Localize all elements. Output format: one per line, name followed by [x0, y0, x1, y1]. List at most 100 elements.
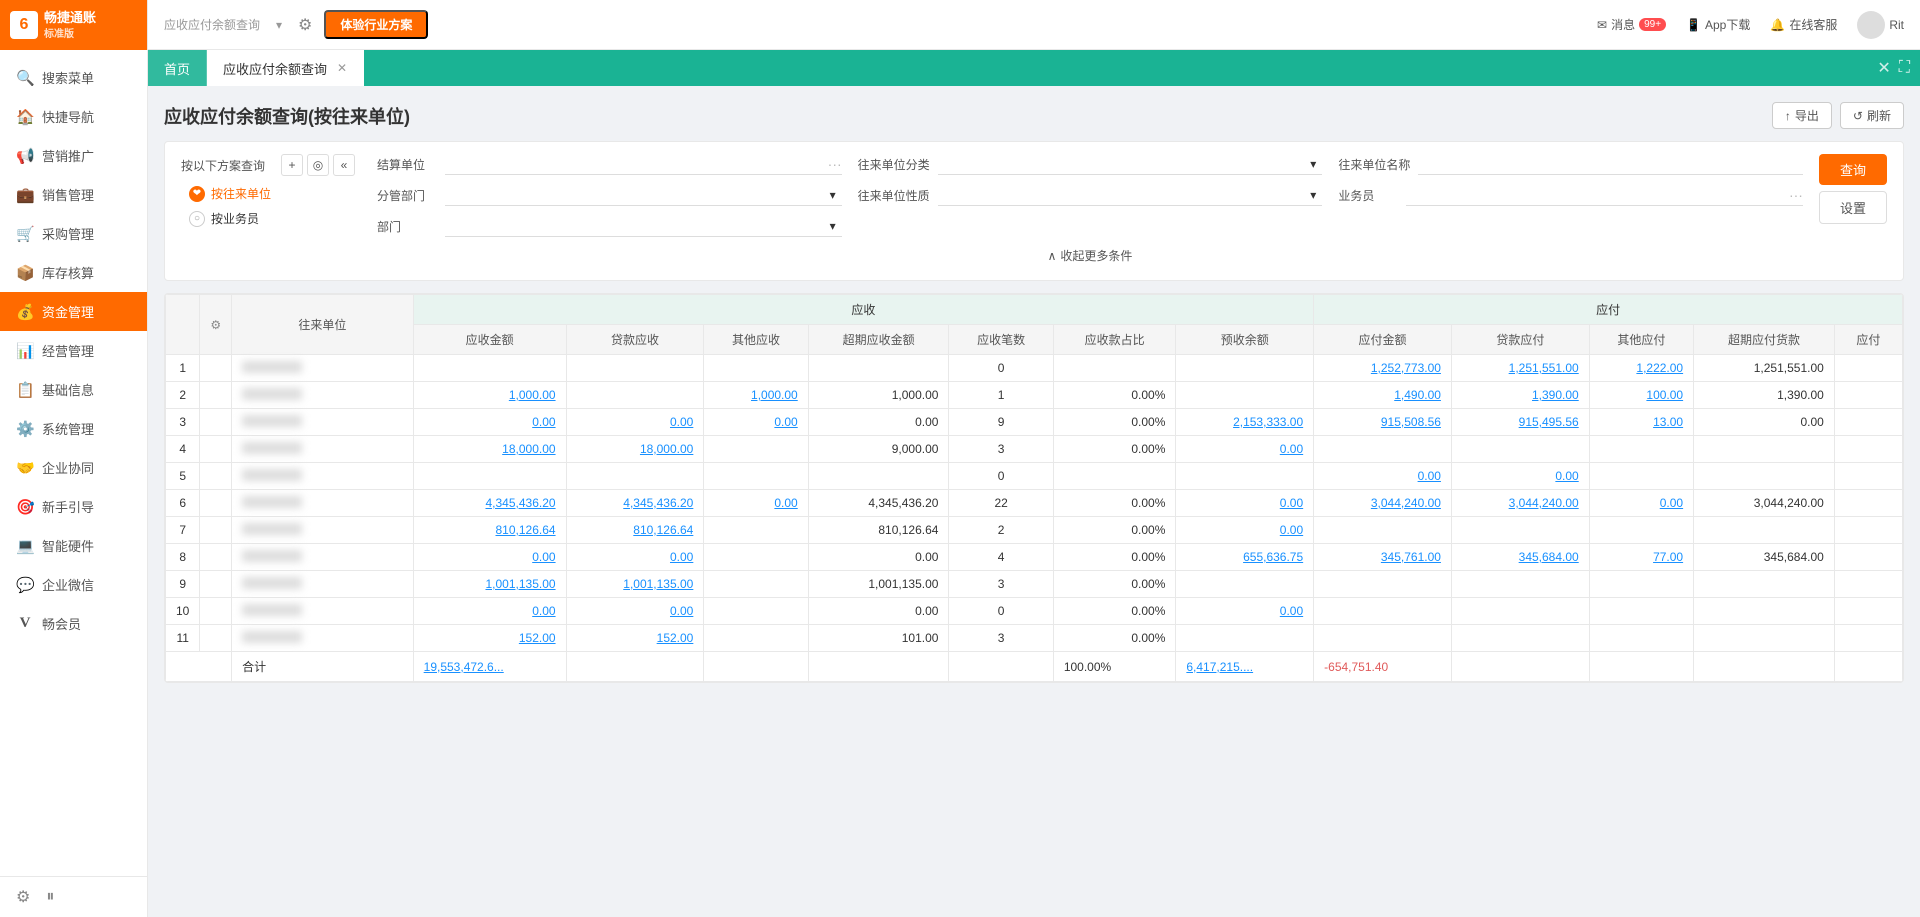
filter-scheme-buttons: + ◎ « — [281, 154, 355, 176]
purchase-icon: 🛒 — [16, 225, 34, 243]
table-cell — [200, 598, 232, 625]
sidebar-item-system[interactable]: ⚙️ 系统管理 — [0, 409, 147, 448]
table-cell — [1451, 517, 1589, 544]
table-cell: 4,345,436.20 — [413, 490, 566, 517]
user-area[interactable]: Rit — [1857, 11, 1904, 39]
table-cell — [704, 463, 808, 490]
sidebar-item-wechat[interactable]: 💬 企业微信 — [0, 565, 147, 604]
operation-icon: 📊 — [16, 342, 34, 360]
col-ar-ratio: 应收款占比 — [1053, 325, 1176, 355]
filter-option-by-staff[interactable]: ○ 按业务员 — [181, 207, 361, 230]
topbar-gear-icon[interactable]: ⚙ — [298, 15, 312, 35]
table-cell: 0.00 — [1451, 463, 1589, 490]
sidebar-item-collab[interactable]: 🤝 企业协同 — [0, 448, 147, 487]
home-icon: 🏠 — [16, 108, 34, 126]
table-cell — [1314, 517, 1452, 544]
table-cell — [1694, 625, 1835, 652]
chevron-down-icon: ▾ — [1310, 157, 1316, 171]
filter-field-salesperson: 业务员 ··· — [1338, 185, 1803, 206]
wechat-icon: 💬 — [16, 576, 34, 594]
export-button[interactable]: ↑ 导出 — [1772, 102, 1832, 129]
partner-category-select[interactable]: ▾ — [938, 154, 1323, 175]
filter-field-partner-category: 往来单位分类 ▾ — [858, 154, 1323, 175]
table-cell: 0.00 — [1176, 598, 1314, 625]
filter-collapse-button[interactable]: ∧ 收起更多条件 — [377, 243, 1803, 268]
collapse-icon[interactable]: ⏸ — [46, 888, 54, 906]
sidebar-item-guide[interactable]: 🎯 新手引导 — [0, 487, 147, 526]
table-settings-icon[interactable]: ⚙ — [210, 318, 221, 332]
online-service-button[interactable]: 🔔 在线客服 — [1770, 16, 1837, 33]
refresh-button[interactable]: ↺ 刷新 — [1840, 102, 1904, 129]
settings-button[interactable]: 设置 — [1819, 191, 1887, 224]
table-cell: 0.00 — [808, 544, 949, 571]
collapse-up-icon: ∧ — [1048, 249, 1057, 263]
sidebar-item-member[interactable]: V 畅会员 — [0, 604, 147, 643]
basic-icon: 📋 — [16, 381, 34, 399]
dept-select[interactable]: ▾ — [445, 185, 842, 206]
query-button[interactable]: 查询 — [1819, 154, 1887, 185]
table-cell — [1694, 436, 1835, 463]
topbar: 应收应付余额查询 ▾ ⚙ 体验行业方案 ✉ 消息 99+ 📱 App下载 🔔 在… — [148, 0, 1920, 50]
table-cell — [200, 625, 232, 652]
sidebar-item-search[interactable]: 🔍 搜索菜单 — [0, 58, 147, 97]
partner-name-input[interactable] — [1418, 154, 1803, 175]
tab-close-icon[interactable]: ✕ — [337, 61, 347, 75]
table-cell: 0.00 — [1176, 436, 1314, 463]
table-cell: 0.00 — [566, 598, 704, 625]
col-ap-loan: 贷款应付 — [1451, 325, 1589, 355]
partner-nature-select[interactable]: ▾ — [938, 185, 1323, 206]
filter-field-partner-name: 往来单位名称 — [1338, 154, 1803, 175]
salesperson-input[interactable] — [1406, 185, 1785, 205]
sidebar-item-finance[interactable]: 💰 资金管理 — [0, 292, 147, 331]
table-cell-blurred: ██████ — [232, 625, 414, 652]
table-cell: 345,684.00 — [1451, 544, 1589, 571]
edit-scheme-button[interactable]: ◎ — [307, 154, 329, 176]
table-cell: 0.00 — [1176, 490, 1314, 517]
collapse-scheme-button[interactable]: « — [333, 154, 355, 176]
sidebar-item-operation[interactable]: 📊 经营管理 — [0, 331, 147, 370]
sidebar-item-marketing-label: 营销推广 — [42, 146, 94, 165]
filter-option-by-unit[interactable]: ❤ 按往来单位 — [181, 182, 361, 205]
tab-ar-ap[interactable]: 应收应付余额查询 ✕ — [207, 50, 364, 86]
table-cell — [1451, 436, 1589, 463]
settings-bottom-icon[interactable]: ⚙ — [16, 887, 30, 907]
col-settings-icon[interactable]: ⚙ — [200, 295, 232, 355]
table-cell: 152.00 — [566, 625, 704, 652]
sidebar-item-hardware[interactable]: 💻 智能硬件 — [0, 526, 147, 565]
app-download-button[interactable]: 📱 App下载 — [1686, 16, 1750, 33]
sidebar-item-basic[interactable]: 📋 基础信息 — [0, 370, 147, 409]
sidebar-item-sales[interactable]: 💼 销售管理 — [0, 175, 147, 214]
sidebar-item-purchase[interactable]: 🛒 采购管理 — [0, 214, 147, 253]
table-cell: 0.00 — [1694, 409, 1835, 436]
table-cell: 0.00% — [1053, 382, 1176, 409]
add-scheme-button[interactable]: + — [281, 154, 303, 176]
table-cell: 2 — [166, 382, 200, 409]
sidebar-item-operation-label: 经营管理 — [42, 341, 94, 360]
sidebar-item-quick[interactable]: 🏠 快捷导航 — [0, 97, 147, 136]
sidebar-item-marketing[interactable]: 📢 营销推广 — [0, 136, 147, 175]
message-button[interactable]: ✉ 消息 99+ — [1597, 16, 1666, 33]
filter-fields-area: 结算单位 ··· 往来单位分类 ▾ — [377, 154, 1803, 268]
col-ap-overdue: 超期应付货款 — [1694, 325, 1835, 355]
table-cell — [1694, 463, 1835, 490]
promo-button[interactable]: 体验行业方案 — [324, 10, 428, 39]
tab-home[interactable]: 首页 — [148, 50, 207, 86]
sidebar-item-member-label: 畅会员 — [42, 614, 81, 633]
export-icon: ↑ — [1785, 109, 1791, 123]
table-cell — [413, 463, 566, 490]
sidebar-item-search-label: 搜索菜单 — [42, 68, 94, 87]
col-ar-group: 应收 — [413, 295, 1314, 325]
table-cell — [1694, 571, 1835, 598]
sub-dept-select[interactable]: ▾ — [445, 216, 842, 237]
col-ar-loan: 贷款应收 — [566, 325, 704, 355]
table-cell — [1053, 463, 1176, 490]
sidebar-item-purchase-label: 采购管理 — [42, 224, 94, 243]
tab-expand-icon[interactable]: ⛶ — [1899, 59, 1910, 77]
table-cell — [566, 355, 704, 382]
sidebar-item-inventory[interactable]: 📦 库存核算 — [0, 253, 147, 292]
settlement-input[interactable] — [445, 154, 824, 174]
message-badge: 99+ — [1639, 18, 1666, 31]
table-row: 9██████1,001,135.001,001,135.001,001,135… — [166, 571, 1903, 598]
tab-close-all-icon[interactable]: ✕ — [1877, 58, 1890, 78]
table-cell — [1834, 625, 1902, 652]
